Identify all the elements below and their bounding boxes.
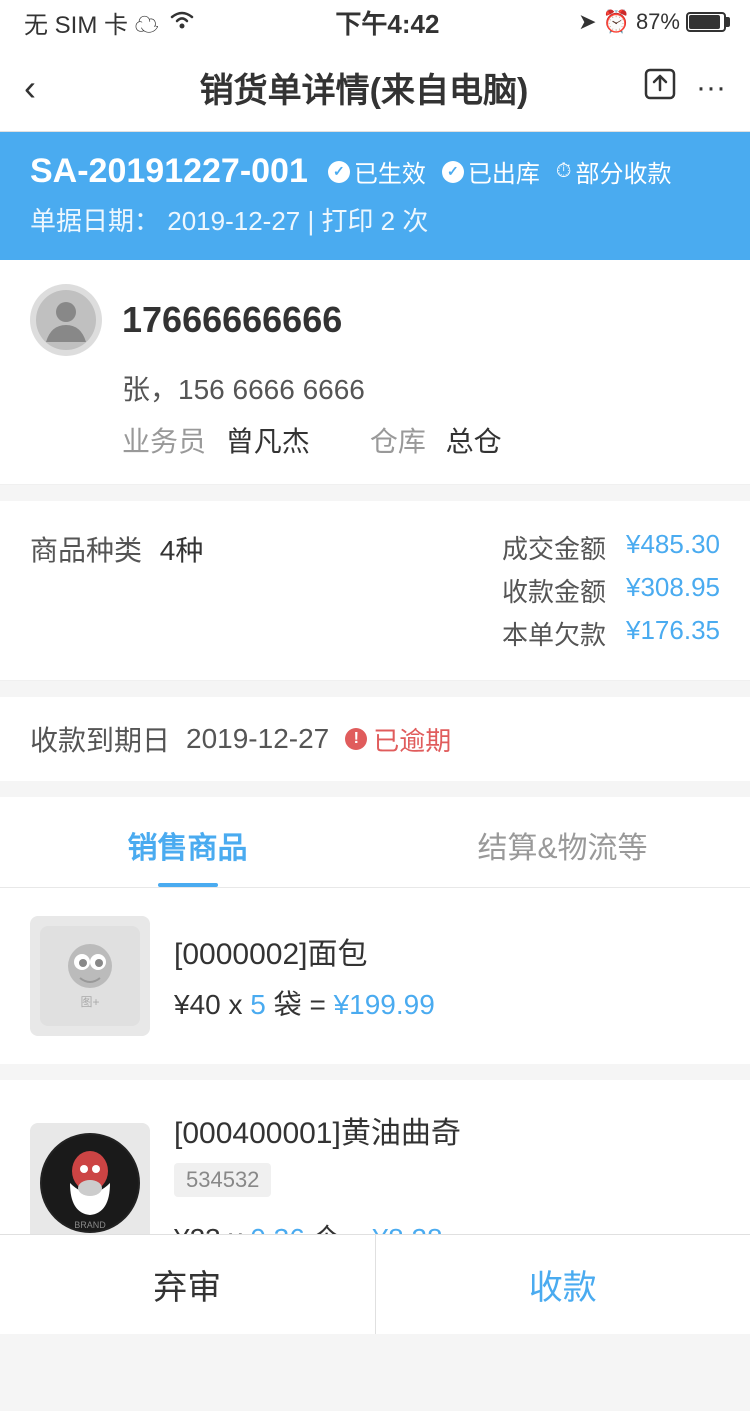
- due-date: 2019-12-27: [186, 723, 329, 755]
- svg-text:BRAND: BRAND: [74, 1220, 106, 1230]
- overdue-badge: ! 已逾期: [345, 721, 451, 758]
- status-time: 下午4:42: [335, 4, 439, 41]
- stats-left: 商品种类 4种: [30, 529, 203, 569]
- order-header: SA-20191227-001 ✓ 已生效 ✓ 已出库 ⏱ 部分收款 单据日期：…: [0, 132, 750, 260]
- collect-button[interactable]: 收款: [376, 1235, 750, 1334]
- product-info-1: [0000002]面包 ¥40 x 5 袋 = ¥199.99: [174, 929, 720, 1023]
- receipt-value: ¥308.95: [626, 572, 720, 609]
- salesperson-label: 业务员: [122, 426, 206, 457]
- deal-value: ¥485.30: [626, 529, 720, 566]
- order-id: SA-20191227-001: [30, 152, 308, 191]
- customer-id: 17666666666: [122, 299, 342, 341]
- receipt-label: 收款金额: [502, 572, 606, 609]
- status-left: 无 SIM 卡 ☁: [24, 5, 197, 40]
- due-label: 收款到期日: [30, 719, 170, 759]
- tabs-section: 销售商品 结算&物流等: [0, 797, 750, 888]
- overdue-label: 已逾期: [373, 721, 451, 758]
- product-image-2: BRAND: [30, 1123, 150, 1243]
- alarm-icon: ⏰: [603, 9, 630, 35]
- avatar: [30, 284, 102, 356]
- product-image-1: 图+: [30, 916, 150, 1036]
- product-name-1: [0000002]面包: [174, 929, 720, 973]
- product-qty-1: 5: [250, 989, 266, 1020]
- salesperson-value: 曾凡杰: [226, 426, 310, 457]
- tab-products[interactable]: 销售商品: [0, 797, 375, 887]
- product-name-2: [000400001]黄油曲奇: [174, 1108, 720, 1152]
- clock-icon: ⏱: [556, 160, 572, 183]
- sim-label: 无 SIM 卡 ☁: [24, 5, 159, 40]
- due-section: 收款到期日 2019-12-27 ! 已逾期: [0, 697, 750, 781]
- badge-effective: ✓ 已生效: [328, 154, 426, 189]
- warehouse-label: 仓库: [370, 426, 426, 457]
- tab-settlement[interactable]: 结算&物流等: [375, 797, 750, 887]
- battery-icon: [686, 12, 726, 32]
- back-button[interactable]: ‹: [24, 67, 84, 109]
- overdue-icon: !: [345, 728, 367, 750]
- svg-text:图+: 图+: [80, 995, 99, 1009]
- reject-button[interactable]: 弃审: [0, 1235, 376, 1334]
- deal-label: 成交金额: [502, 529, 606, 566]
- bottom-bar: 弃审 收款: [0, 1234, 750, 1334]
- wifi-icon: [167, 8, 197, 36]
- page-title: 销货单详情(来自电脑): [84, 63, 644, 112]
- status-right: ➤ ⏰ 87%: [578, 9, 726, 35]
- product-price-1: ¥40 x 5 袋 = ¥199.99: [174, 983, 720, 1023]
- nav-bar: ‹ 销货单详情(来自电脑) ···: [0, 44, 750, 132]
- debt-value: ¥176.35: [626, 615, 720, 652]
- check-icon: ✓: [328, 161, 350, 183]
- customer-meta: 业务员 曾凡杰 仓库 总仓: [30, 420, 720, 460]
- stats-section: 商品种类 4种 成交金额 ¥485.30 收款金额 ¥308.95 本单欠款 ¥…: [0, 501, 750, 681]
- badge-outbound: ✓ 已出库: [442, 154, 540, 189]
- customer-section: 17666666666 张，156 6666 6666 业务员 曾凡杰 仓库 总…: [0, 260, 750, 485]
- debt-label: 本单欠款: [502, 615, 606, 652]
- kind-label: 商品种类: [30, 535, 142, 566]
- order-date: 单据日期： 2019-12-27 | 打印 2 次: [30, 201, 720, 238]
- product-sku-2: 534532: [174, 1163, 271, 1197]
- share-button[interactable]: [644, 68, 676, 108]
- customer-name: 张，156 6666 6666: [30, 368, 720, 408]
- product-item: 图+ [0000002]面包 ¥40 x 5 袋 = ¥199.99: [0, 888, 750, 1064]
- stats-right: 成交金额 ¥485.30 收款金额 ¥308.95 本单欠款 ¥176.35: [502, 529, 720, 652]
- status-bar: 无 SIM 卡 ☁ 下午4:42 ➤ ⏰ 87%: [0, 0, 750, 44]
- more-button[interactable]: ···: [696, 71, 726, 105]
- battery-percent: 87%: [636, 9, 680, 35]
- location-icon: ➤: [578, 9, 596, 35]
- badge-partial: ⏱ 部分收款: [556, 154, 672, 189]
- check-icon-2: ✓: [442, 161, 464, 183]
- product-total-1: ¥199.99: [334, 989, 435, 1020]
- products-section: 图+ [0000002]面包 ¥40 x 5 袋 = ¥199.99: [0, 888, 750, 1285]
- nav-actions: ···: [644, 68, 726, 108]
- order-badges: ✓ 已生效 ✓ 已出库 ⏱ 部分收款: [328, 154, 672, 189]
- warehouse-value: 总仓: [446, 426, 502, 457]
- kind-value: 4种: [160, 535, 204, 566]
